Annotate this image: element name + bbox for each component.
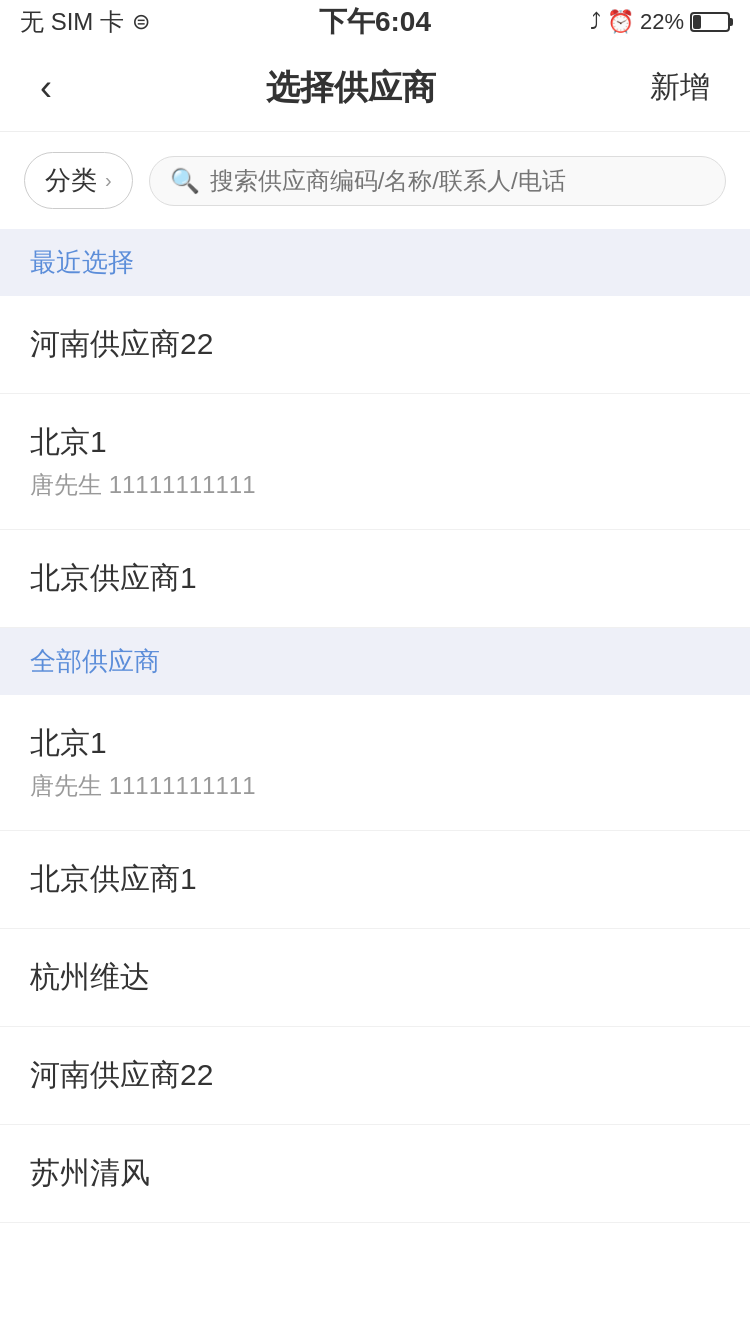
all-item-2[interactable]: 杭州维达 (0, 929, 750, 1027)
recent-item-1[interactable]: 北京1 唐先生 11111111111 (0, 394, 750, 530)
status-bar: 无 SIM 卡 ⊜ 下午6:04 ⤴ ⏰ 22% (0, 0, 750, 44)
all-item-0[interactable]: 北京1 唐先生 11111111111 (0, 695, 750, 831)
status-time: 下午6:04 (319, 3, 431, 41)
all-item-name-3: 河南供应商22 (30, 1055, 720, 1096)
all-section-header: 全部供应商 (0, 628, 750, 695)
location-icon: ⤴ (590, 9, 601, 35)
back-button[interactable]: ‹ (30, 57, 62, 119)
all-list: 北京1 唐先生 11111111111 北京供应商1 杭州维达 河南供应商22 … (0, 695, 750, 1223)
filter-row: 分类 › 🔍 (0, 132, 750, 229)
status-right: ⤴ ⏰ 22% (590, 9, 730, 35)
recent-section-label: 最近选择 (30, 247, 134, 277)
all-item-3[interactable]: 河南供应商22 (0, 1027, 750, 1125)
recent-item-0[interactable]: 河南供应商22 (0, 296, 750, 394)
category-filter[interactable]: 分类 › (24, 152, 133, 209)
recent-section-header: 最近选择 (0, 229, 750, 296)
no-sim-label: 无 SIM 卡 (20, 6, 124, 38)
chevron-right-icon: › (105, 169, 112, 192)
all-item-sub-0: 唐先生 11111111111 (30, 770, 720, 802)
all-item-name-4: 苏州清风 (30, 1153, 720, 1194)
recent-item-sub-1: 唐先生 11111111111 (30, 469, 720, 501)
status-left: 无 SIM 卡 ⊜ (20, 6, 150, 38)
all-item-4[interactable]: 苏州清风 (0, 1125, 750, 1223)
battery-fill (693, 15, 701, 29)
search-box[interactable]: 🔍 (149, 156, 726, 206)
battery-bar (690, 12, 730, 32)
search-icon: 🔍 (170, 167, 200, 195)
wifi-icon: ⊜ (132, 9, 150, 35)
battery-percent: 22% (640, 9, 684, 35)
recent-list: 河南供应商22 北京1 唐先生 11111111111 北京供应商1 (0, 296, 750, 628)
battery-rect (690, 12, 730, 32)
search-input[interactable] (210, 167, 705, 195)
all-item-1[interactable]: 北京供应商1 (0, 831, 750, 929)
all-item-name-1: 北京供应商1 (30, 859, 720, 900)
recent-item-name-1: 北京1 (30, 422, 720, 463)
recent-item-name-0: 河南供应商22 (30, 324, 720, 365)
page-title: 选择供应商 (266, 65, 436, 111)
alarm-icon: ⏰ (607, 9, 634, 35)
nav-bar: ‹ 选择供应商 新增 (0, 44, 750, 132)
add-button[interactable]: 新增 (640, 57, 720, 118)
recent-item-name-2: 北京供应商1 (30, 558, 720, 599)
all-item-name-0: 北京1 (30, 723, 720, 764)
all-section-label: 全部供应商 (30, 646, 160, 676)
all-item-name-2: 杭州维达 (30, 957, 720, 998)
recent-item-2[interactable]: 北京供应商1 (0, 530, 750, 628)
category-label: 分类 (45, 163, 97, 198)
